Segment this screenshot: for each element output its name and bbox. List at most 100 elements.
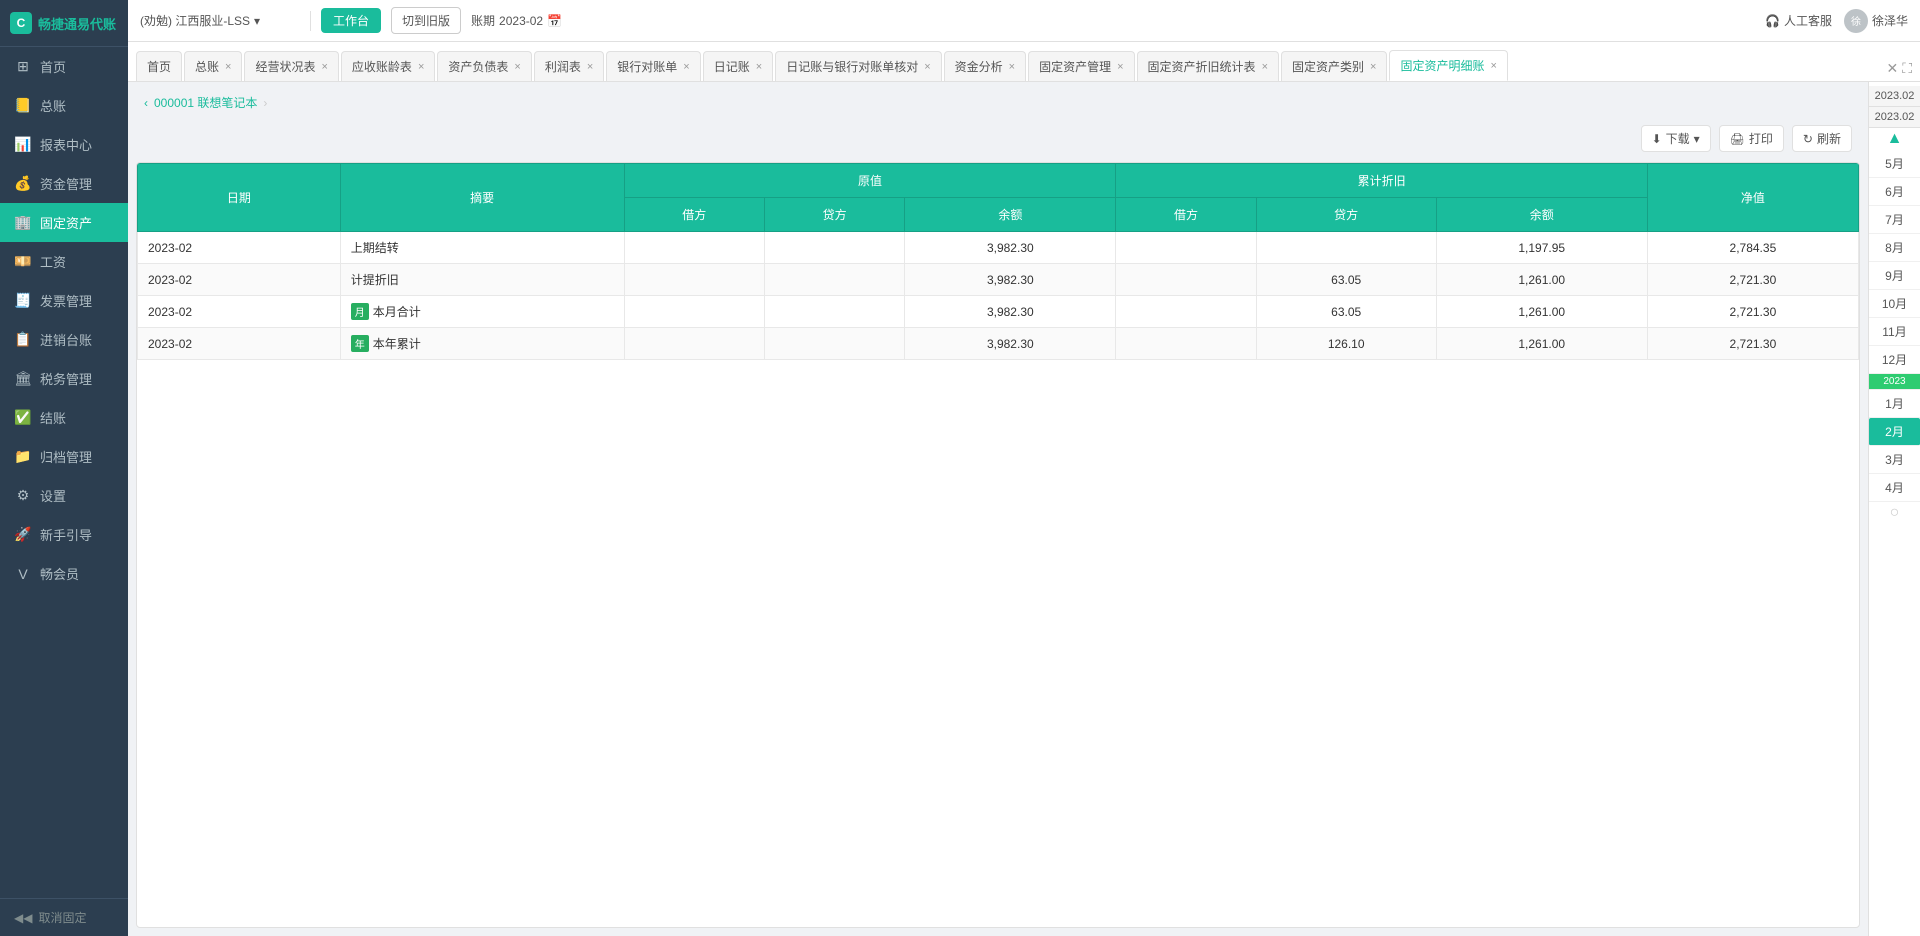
tab-fa-category-close[interactable]: × — [1370, 61, 1376, 73]
tab-bank-statement-label: 银行对账单 — [617, 58, 677, 75]
tab-balance-sheet[interactable]: 资产负债表 × — [437, 51, 531, 81]
tab-fa-management-label: 固定资产管理 — [1039, 58, 1111, 75]
tab-fa-detail-close[interactable]: × — [1490, 60, 1496, 72]
tab-profit[interactable]: 利润表 × — [534, 51, 604, 81]
tab-aging-close[interactable]: × — [418, 61, 424, 73]
sidebar-item-tax[interactable]: 🏛 税务管理 — [0, 359, 128, 398]
tab-fa-management-close[interactable]: × — [1117, 61, 1123, 73]
tab-bank-statement-close[interactable]: × — [683, 61, 689, 73]
tab-fa-category[interactable]: 固定资产类别 × — [1281, 51, 1387, 81]
month-1[interactable]: 1月 — [1869, 390, 1920, 418]
scroll-up-button[interactable]: ▲ — [1885, 128, 1905, 150]
content: ‹ 000001 联想笔记本 › ⬇ 下载 ▾ 🖨 打印 ↻ 刷新 — [128, 82, 1920, 936]
tab-fa-depreciation-close[interactable]: × — [1262, 61, 1268, 73]
unpin-button[interactable]: ◀◀ 取消固定 — [0, 898, 128, 936]
tab-fund-analysis[interactable]: 资金分析 × — [944, 51, 1026, 81]
th-original-value: 原值 — [624, 164, 1116, 198]
tab-bank-statement[interactable]: 银行对账单 × — [606, 51, 700, 81]
tab-aging[interactable]: 应收账龄表 × — [341, 51, 435, 81]
cell-date: 2023-02 — [138, 328, 341, 360]
year-2023-tag: 2023 — [1869, 374, 1920, 390]
sidebar-item-purchase-sales[interactable]: 📋 进销台账 — [0, 320, 128, 359]
maximize-icon[interactable]: ⛶ — [1902, 60, 1912, 77]
breadcrumb-next-icon[interactable]: › — [263, 96, 267, 110]
unpin-label: 取消固定 — [38, 909, 86, 926]
tab-journal-label: 日记账 — [714, 58, 750, 75]
month-5[interactable]: 5月 — [1869, 150, 1920, 178]
breadcrumb-prev-icon[interactable]: ‹ — [144, 96, 148, 110]
table-row: 2023-02 年本年累计 3,982.30 126.10 1,261.00 2… — [138, 328, 1859, 360]
breadcrumb-item[interactable]: 000001 联想笔记本 — [154, 94, 257, 111]
month-6[interactable]: 6月 — [1869, 178, 1920, 206]
workbench-button[interactable]: 工作台 — [321, 8, 381, 33]
guide-icon: 🚀 — [14, 526, 32, 543]
print-button[interactable]: 🖨 打印 — [1719, 125, 1784, 152]
tab-fa-category-label: 固定资产类别 — [1292, 58, 1364, 75]
service-icon: 🎧 — [1765, 14, 1780, 28]
cell-orig-debit — [624, 296, 764, 328]
company-selector[interactable]: (劝勉) 江西服业-LSS ▾ — [140, 12, 300, 29]
tab-journal-close[interactable]: × — [756, 61, 762, 73]
sidebar-item-home-label: 首页 — [40, 57, 66, 76]
refresh-button[interactable]: ↻ 刷新 — [1792, 125, 1852, 152]
cell-orig-debit — [624, 232, 764, 264]
tab-home[interactable]: 首页 — [136, 51, 182, 81]
month-2[interactable]: 2月 — [1869, 418, 1920, 446]
close-all-icon[interactable]: ✕ — [1886, 60, 1898, 77]
scroll-down-button[interactable]: ○ — [1888, 502, 1902, 524]
user-profile[interactable]: 徐 徐泽华 — [1844, 9, 1908, 33]
tab-business-status[interactable]: 经营状况表 × — [244, 51, 338, 81]
tab-ledger[interactable]: 总账 × — [184, 51, 242, 81]
month-7[interactable]: 7月 — [1869, 206, 1920, 234]
sidebar-item-invoice[interactable]: 🧾 发票管理 — [0, 281, 128, 320]
customer-service[interactable]: 🎧 人工客服 — [1765, 12, 1832, 29]
tab-journal-verify[interactable]: 日记账与银行对账单核对 × — [775, 51, 941, 81]
th-accumulated: 累计折旧 — [1116, 164, 1647, 198]
sidebar-item-ledger[interactable]: 📒 总账 — [0, 86, 128, 125]
sidebar-item-settings-label: 设置 — [40, 486, 66, 505]
tab-fa-management[interactable]: 固定资产管理 × — [1028, 51, 1134, 81]
sidebar-item-guide[interactable]: 🚀 新手引导 — [0, 515, 128, 554]
cell-orig-balance: 3,982.30 — [905, 296, 1116, 328]
cell-net-value: 2,721.30 — [1647, 264, 1858, 296]
tab-fa-depreciation[interactable]: 固定资产折旧统计表 × — [1137, 51, 1279, 81]
download-button[interactable]: ⬇ 下载 ▾ — [1641, 125, 1711, 152]
date-panel: 2023.02 2023.02 ▲ 5月 6月 7月 8月 9月 10月 11月… — [1868, 82, 1920, 936]
month-12[interactable]: 12月 — [1869, 346, 1920, 374]
th-net-value: 净值 — [1647, 164, 1858, 232]
sidebar-logo: C 畅捷通易代账 — [0, 0, 128, 47]
month-9[interactable]: 9月 — [1869, 262, 1920, 290]
switch-version-button[interactable]: 切到旧版 — [391, 7, 461, 34]
tab-balance-sheet-close[interactable]: × — [514, 61, 520, 73]
tab-profit-close[interactable]: × — [587, 61, 593, 73]
sidebar-item-payroll[interactable]: 💴 工资 — [0, 242, 128, 281]
tab-fund-analysis-close[interactable]: × — [1009, 61, 1015, 73]
month-4[interactable]: 4月 — [1869, 474, 1920, 502]
sidebar-item-home[interactable]: ⊞ 首页 — [0, 47, 128, 86]
cell-desc: 年本年累计 — [340, 328, 624, 360]
tab-business-status-label: 经营状况表 — [255, 58, 315, 75]
sidebar-item-settings[interactable]: ⚙ 设置 — [0, 476, 128, 515]
sidebar-item-tax-label: 税务管理 — [40, 369, 92, 388]
sidebar-item-fixed-assets[interactable]: 🏢 固定资产 — [0, 203, 128, 242]
period-info: 账期 2023-02 📅 — [471, 12, 562, 29]
cell-desc: 上期结转 — [340, 232, 624, 264]
tab-business-status-close[interactable]: × — [321, 61, 327, 73]
sidebar-item-vip-label: 畅会员 — [40, 564, 79, 583]
sidebar-item-vip[interactable]: V 畅会员 — [0, 554, 128, 593]
sidebar-item-archive[interactable]: 📁 归档管理 — [0, 437, 128, 476]
month-8[interactable]: 8月 — [1869, 234, 1920, 262]
tab-journal[interactable]: 日记账 × — [703, 51, 773, 81]
tab-journal-verify-close[interactable]: × — [924, 61, 930, 73]
cell-desc: 月本月合计 — [340, 296, 624, 328]
sidebar-item-reports[interactable]: 📊 报表中心 — [0, 125, 128, 164]
tab-ledger-close[interactable]: × — [225, 61, 231, 73]
month-3[interactable]: 3月 — [1869, 446, 1920, 474]
month-11[interactable]: 11月 — [1869, 318, 1920, 346]
tab-fa-detail[interactable]: 固定资产明细账 × — [1389, 50, 1507, 81]
closing-icon: ✅ — [14, 409, 32, 426]
sidebar-item-closing[interactable]: ✅ 结账 — [0, 398, 128, 437]
cell-orig-debit — [624, 264, 764, 296]
sidebar-item-funds[interactable]: 💰 资金管理 — [0, 164, 128, 203]
month-10[interactable]: 10月 — [1869, 290, 1920, 318]
